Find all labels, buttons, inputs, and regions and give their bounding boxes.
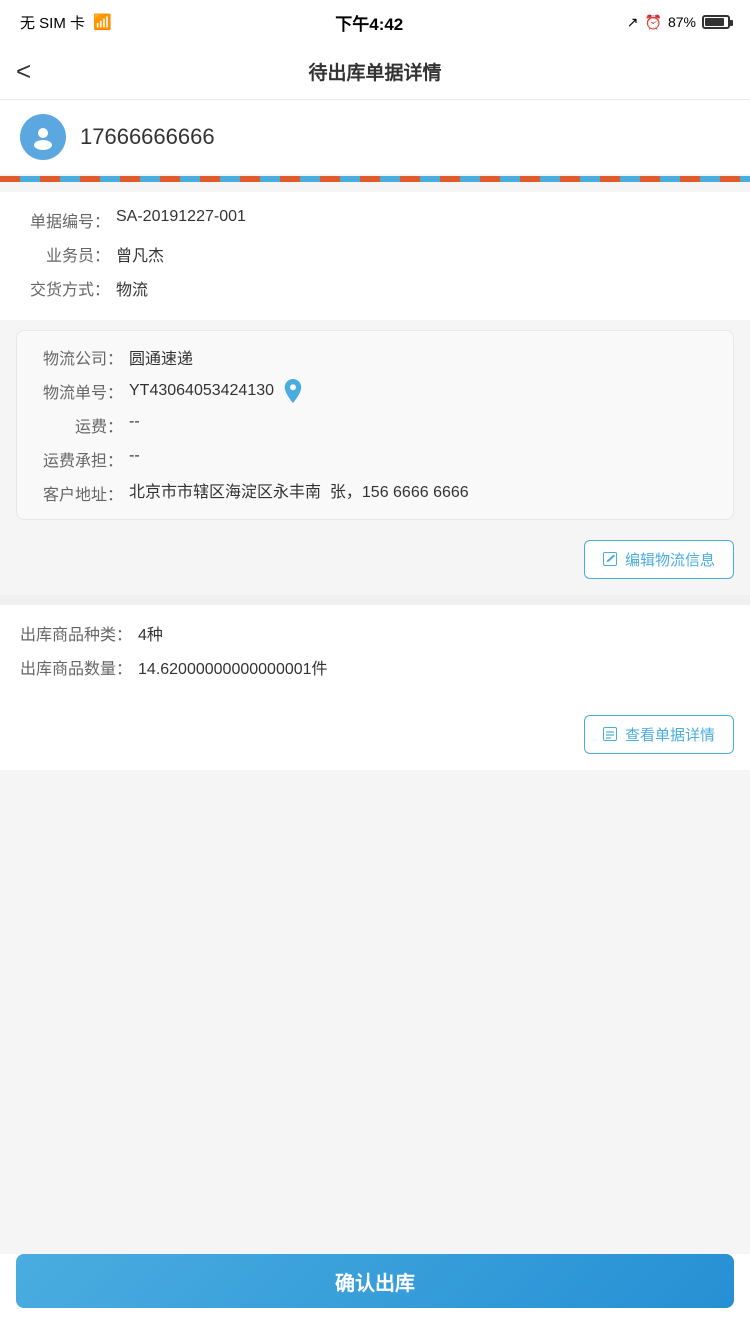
goods-category-label: 出库商品种类： [20, 621, 132, 645]
freight-bearer-value: -- [129, 447, 717, 465]
status-time: 下午4:42 [335, 10, 403, 35]
address-label: 客户地址： [33, 481, 123, 505]
customer-phone: 17666666666 [80, 124, 215, 150]
doc-number-label: 单据编号： [20, 208, 110, 232]
customer-section: 17666666666 [0, 100, 750, 174]
freight-bearer-row: 运费承担： -- [33, 447, 717, 471]
goods-quantity-label: 出库商品数量： [20, 655, 132, 679]
freight-bearer-label: 运费承担： [33, 447, 123, 471]
goods-quantity-row: 出库商品数量： 14.62000000000000001件 [20, 655, 730, 679]
battery-icon [702, 15, 730, 29]
dashed-divider [0, 176, 750, 182]
goods-category-value: 4种 [138, 621, 163, 645]
freight-row: 运费： -- [33, 413, 717, 437]
goods-category-row: 出库商品种类： 4种 [20, 621, 730, 645]
edit-logistics-button[interactable]: 编辑物流信息 [584, 540, 734, 579]
tracking-label: 物流单号： [33, 379, 123, 403]
sales-person-value: 曾凡杰 [116, 242, 730, 266]
logistics-company-row: 物流公司： 圆通速递 [33, 345, 717, 369]
section-separator [0, 595, 750, 605]
logistics-company-value: 圆通速递 [129, 345, 717, 369]
delivery-method-value: 物流 [116, 276, 730, 300]
page-title: 待出库单据详情 [308, 58, 441, 85]
alarm-icon: ⏰ [645, 14, 662, 31]
sales-person-row: 业务员： 曾凡杰 [20, 242, 730, 266]
address-value: 北京市市辖区海淀区永丰南 张，156 6666 6666 [129, 481, 717, 505]
address-row: 客户地址： 北京市市辖区海淀区永丰南 张，156 6666 6666 [33, 481, 717, 505]
status-right: ↗ ⏰ 87% [627, 14, 730, 31]
carrier-label: 无 SIM 卡 [20, 12, 85, 33]
view-details-button[interactable]: 查看单据详情 [584, 715, 734, 754]
avatar [20, 114, 66, 160]
tracking-number-row: 物流单号： YT43064053424130 [33, 379, 717, 403]
doc-number-value: SA-20191227-001 [116, 208, 730, 226]
freight-value: -- [129, 413, 717, 431]
back-button[interactable]: < [16, 56, 31, 87]
edit-logistics-label: 编辑物流信息 [625, 549, 715, 570]
battery-percentage: 87% [668, 14, 696, 30]
tracking-value-wrap: YT43064053424130 [129, 379, 717, 403]
logistics-card: 物流公司： 圆通速递 物流单号： YT43064053424130 运费： --… [16, 330, 734, 520]
status-left: 无 SIM 卡 📶 [20, 12, 112, 33]
freight-label: 运费： [33, 413, 123, 437]
location-icon: ↗ [627, 14, 639, 31]
doc-number-row: 单据编号： SA-20191227-001 [20, 208, 730, 232]
view-details-label: 查看单据详情 [625, 724, 715, 745]
tracking-number: YT43064053424130 [129, 382, 274, 400]
confirm-outbound-button[interactable]: 确认出库 [16, 1254, 734, 1308]
goods-quantity-value: 14.62000000000000001件 [138, 655, 328, 679]
delivery-method-label: 交货方式： [20, 276, 110, 300]
status-bar: 无 SIM 卡 📶 下午4:42 ↗ ⏰ 87% [0, 0, 750, 44]
bottom-area: 确认出库 [0, 1242, 750, 1334]
edit-icon [603, 552, 619, 568]
view-details-button-wrap: 查看单据详情 [0, 705, 750, 770]
bottom-spacer [0, 770, 750, 870]
sales-person-label: 业务员： [20, 242, 110, 266]
list-icon [603, 727, 619, 743]
edit-logistics-button-wrap: 编辑物流信息 [0, 532, 750, 595]
bottom-white-bg: 确认出库 [0, 1254, 750, 1334]
goods-section: 出库商品种类： 4种 出库商品数量： 14.62000000000000001件 [0, 605, 750, 705]
location-pin-icon[interactable] [282, 379, 306, 403]
nav-bar: < 待出库单据详情 [0, 44, 750, 100]
logistics-company-label: 物流公司： [33, 345, 123, 369]
confirm-btn-label: 确认出库 [335, 1267, 415, 1296]
wifi-icon: 📶 [93, 13, 112, 31]
basic-info-section: 单据编号： SA-20191227-001 业务员： 曾凡杰 交货方式： 物流 [0, 192, 750, 320]
delivery-method-row: 交货方式： 物流 [20, 276, 730, 300]
